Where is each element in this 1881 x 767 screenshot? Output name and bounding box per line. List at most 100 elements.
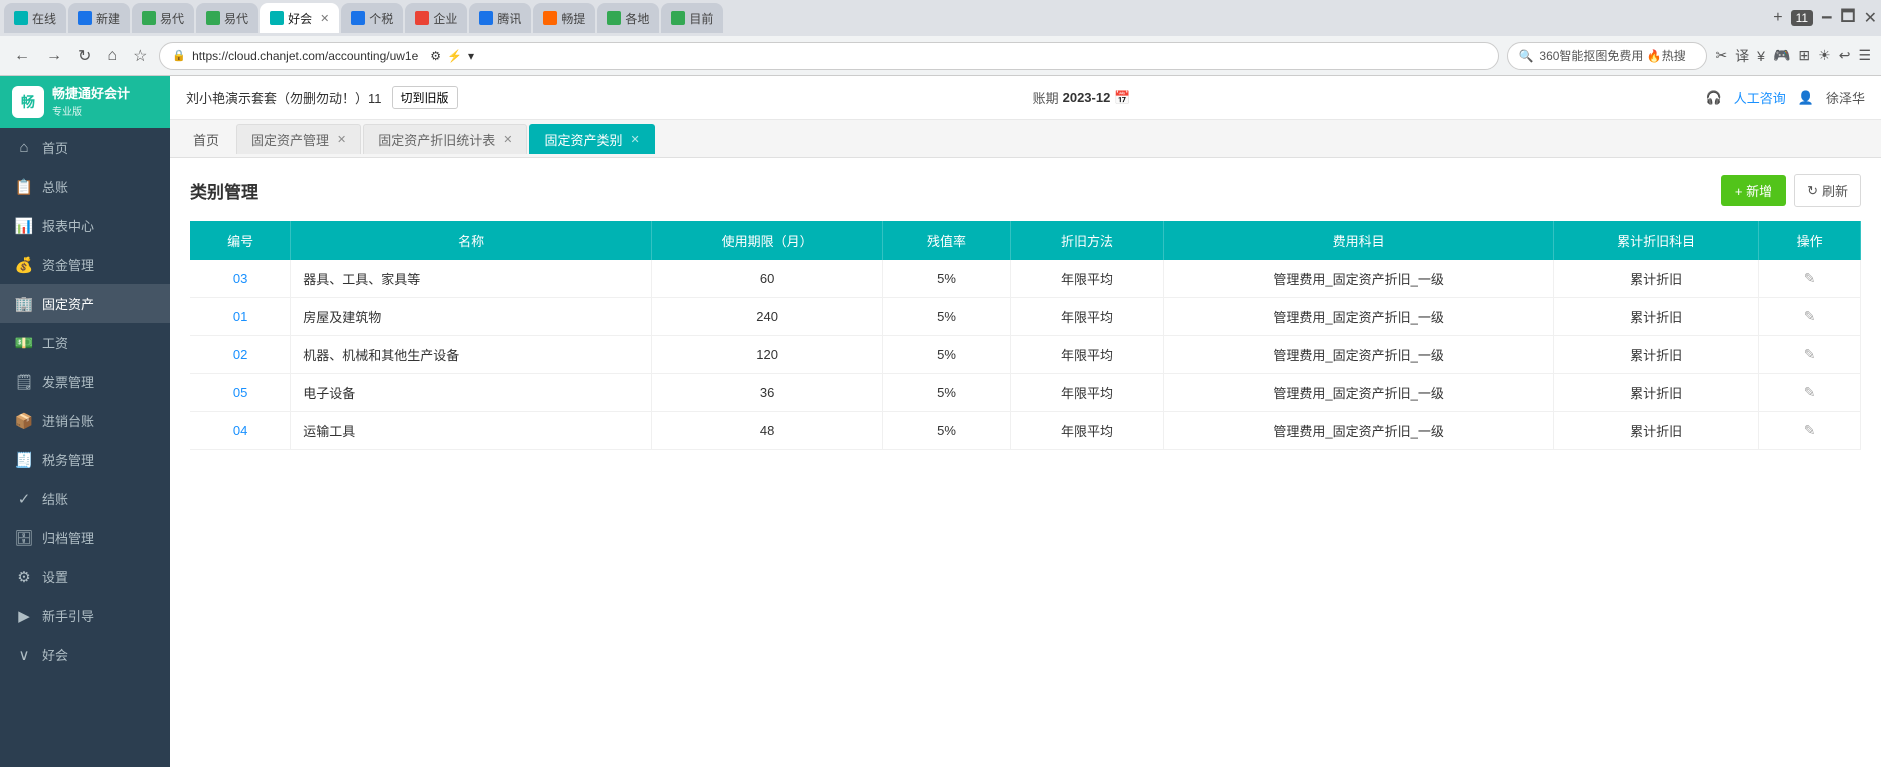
browser-tab-t10[interactable]: 各地: [597, 3, 659, 33]
cell-code[interactable]: 02: [190, 336, 291, 374]
page-tab-fixed-asset-category[interactable]: 固定资产类别✕: [529, 124, 654, 154]
reports-icon: 📊: [14, 217, 34, 235]
currency-icon[interactable]: ¥: [1757, 48, 1765, 64]
page-tabs: 首页固定资产管理✕固定资产折旧统计表✕固定资产类别✕: [170, 120, 1881, 158]
scissors-icon[interactable]: ✂: [1715, 47, 1727, 64]
inventory-icon: 📦: [14, 412, 34, 430]
sidebar-item-more[interactable]: ∨好会: [0, 635, 170, 674]
company-info: 刘小艳演示套套（勿删勿动！）11: [186, 88, 382, 107]
brightness-icon[interactable]: ☀: [1818, 47, 1831, 64]
sidebar-item-inventory[interactable]: 📦进销台账: [0, 401, 170, 440]
tab-label: 目前: [689, 10, 713, 27]
page-tab-fixed-asset-mgmt[interactable]: 固定资产管理✕: [236, 124, 361, 154]
sidebar-item-fixed-assets[interactable]: 🏢固定资产: [0, 284, 170, 323]
browser-tab-t9[interactable]: 畅提: [533, 3, 595, 33]
cell-expense-account: 管理费用_固定资产折旧_一级: [1164, 298, 1554, 336]
sidebar-item-ledger[interactable]: 📋总账: [0, 167, 170, 206]
cell-code[interactable]: 05: [190, 374, 291, 412]
cell-expense-account: 管理费用_固定资产折旧_一级: [1164, 412, 1554, 450]
browser-tab-t7[interactable]: 企业: [405, 3, 467, 33]
browser-tab-t5[interactable]: 好会✕: [260, 3, 339, 33]
tab-favicon: [78, 11, 92, 25]
search-box[interactable]: 🔍 360智能抠图免费用 🔥热搜: [1507, 42, 1707, 70]
page-tab-label-home: 首页: [193, 130, 219, 149]
ledger-icon: 📋: [14, 178, 34, 196]
refresh-button[interactable]: ↻ 刷新: [1794, 174, 1861, 207]
cell-method: 年限平均: [1010, 298, 1164, 336]
home-button[interactable]: ⌂: [103, 43, 121, 69]
cell-code[interactable]: 04: [190, 412, 291, 450]
cell-residual: 5%: [883, 336, 1011, 374]
funds-icon: 💰: [14, 256, 34, 274]
tab-label: 易代: [224, 10, 248, 27]
translate-icon[interactable]: 译: [1735, 46, 1749, 66]
sidebar-item-payroll[interactable]: 💵工资: [0, 323, 170, 362]
sidebar-logo: 畅 畅捷通好会计 专业版: [0, 76, 170, 128]
sidebar-item-close[interactable]: ✓结账: [0, 479, 170, 518]
period-label: 账期: [1033, 88, 1059, 107]
forward-button[interactable]: →: [42, 43, 66, 69]
cell-edit: ✎: [1759, 412, 1861, 450]
sidebar-item-label-archive: 归档管理: [42, 528, 94, 547]
edit-icon[interactable]: ✎: [1804, 346, 1816, 362]
sidebar-item-home[interactable]: ⌂首页: [0, 128, 170, 167]
cell-depreciation-account: 累计折旧: [1553, 260, 1758, 298]
browser-tab-t1[interactable]: 在线: [4, 3, 66, 33]
minimize-icon[interactable]: 🗕: [1821, 5, 1832, 32]
dropdown-icon[interactable]: ▾: [468, 49, 474, 63]
cell-code[interactable]: 01: [190, 298, 291, 336]
browser-tab-t8[interactable]: 腾讯: [469, 3, 531, 33]
maximize-icon[interactable]: 🗖: [1840, 5, 1855, 32]
cell-code[interactable]: 03: [190, 260, 291, 298]
table-row: 01房屋及建筑物2405%年限平均管理费用_固定资产折旧_一级累计折旧✎: [190, 298, 1861, 336]
sidebar-item-guide[interactable]: ▶新手引导: [0, 596, 170, 635]
cell-name: 电子设备: [291, 374, 652, 412]
page-tab-home[interactable]: 首页: [178, 124, 234, 154]
cell-edit: ✎: [1759, 298, 1861, 336]
url-bar[interactable]: 🔒 https://cloud.chanjet.com/accounting/u…: [159, 42, 1499, 70]
page-tab-close-depreciation-table[interactable]: ✕: [503, 133, 512, 146]
tab-label: 各地: [625, 10, 649, 27]
tab-close-icon[interactable]: ✕: [320, 12, 329, 25]
sidebar-item-label-tax: 税务管理: [42, 450, 94, 469]
page-tab-close-fixed-asset-category[interactable]: ✕: [631, 133, 640, 146]
page-tab-close-fixed-asset-mgmt[interactable]: ✕: [337, 133, 346, 146]
sidebar-item-settings[interactable]: ⚙设置: [0, 557, 170, 596]
bookmark-button[interactable]: ☆: [129, 42, 151, 70]
new-tab-button[interactable]: +: [1767, 9, 1788, 27]
edit-icon[interactable]: ✎: [1804, 422, 1816, 438]
edit-icon[interactable]: ✎: [1804, 270, 1816, 286]
browser-tab-t6[interactable]: 个税: [341, 3, 403, 33]
browser-tab-t2[interactable]: 新建: [68, 3, 130, 33]
add-button[interactable]: + 新增: [1721, 175, 1786, 206]
browser-tab-t4[interactable]: 易代: [196, 3, 258, 33]
site-settings-icon[interactable]: ⚙: [430, 49, 441, 63]
table-header-累计折旧科目: 累计折旧科目: [1553, 221, 1758, 260]
sidebar-item-funds[interactable]: 💰资金管理: [0, 245, 170, 284]
game-icon[interactable]: 🎮: [1773, 47, 1790, 64]
browser-tab-t11[interactable]: 目前: [661, 3, 723, 33]
grid-icon[interactable]: ⊞: [1798, 47, 1810, 64]
switch-to-old-version-button[interactable]: 切到旧版: [392, 86, 458, 109]
undo-icon[interactable]: ↩: [1839, 47, 1851, 64]
sidebar-item-tax[interactable]: 🧾税务管理: [0, 440, 170, 479]
page-tab-depreciation-table[interactable]: 固定资产折旧统计表✕: [363, 124, 527, 154]
cell-residual: 5%: [883, 260, 1011, 298]
tab-label: 易代: [160, 10, 184, 27]
edit-icon[interactable]: ✎: [1804, 384, 1816, 400]
close-window-icon[interactable]: ✕: [1864, 8, 1877, 28]
reload-button[interactable]: ↻: [74, 42, 95, 70]
lightning-icon[interactable]: ⚡: [447, 49, 462, 63]
edit-icon[interactable]: ✎: [1804, 308, 1816, 324]
back-button[interactable]: ←: [10, 43, 34, 69]
sidebar-item-invoice[interactable]: 🗒发票管理: [0, 362, 170, 401]
table-header-残值率: 残值率: [883, 221, 1011, 260]
company-name: 刘小艳演示套套（勿删勿动！）11: [186, 88, 382, 107]
menu-icon[interactable]: ☰: [1858, 47, 1871, 64]
category-table: 编号名称使用期限（月）残值率折旧方法费用科目累计折旧科目操作 03器具、工具、家…: [190, 221, 1861, 450]
browser-tab-t3[interactable]: 易代: [132, 3, 194, 33]
service-label[interactable]: 人工咨询: [1734, 88, 1786, 107]
calendar-icon[interactable]: 📅: [1114, 90, 1130, 106]
sidebar-item-archive[interactable]: 🗄归档管理: [0, 518, 170, 557]
sidebar-item-reports[interactable]: 📊报表中心: [0, 206, 170, 245]
